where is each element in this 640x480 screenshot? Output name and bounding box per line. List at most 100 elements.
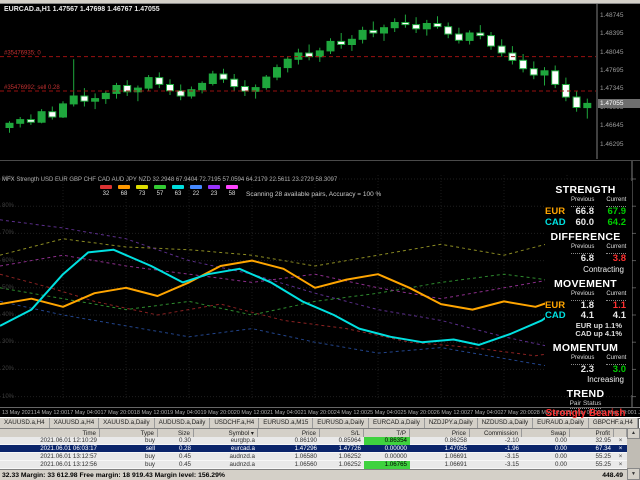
cell-time: 2021.06.01 13:12:57 (40, 453, 97, 460)
current-price-tag: 1.47055 (598, 99, 640, 108)
cell-time: 2021.06.01 06:03:17 (40, 445, 97, 452)
close-order-button[interactable]: × (614, 453, 627, 461)
current-label: Current (606, 354, 627, 365)
table-row[interactable]: 2021.06.01 06:03:17 sell 0.28 eurcad.a 1.472… (0, 445, 627, 453)
momentum-section-title: MOMENTUM (552, 341, 619, 354)
cell-tp: 0.86354 (364, 437, 410, 445)
eur-strength-value: 68 (120, 191, 128, 197)
gbp-strength-value: 73 (138, 191, 146, 197)
time-axis-label: 1 Jun 12:00 (633, 409, 640, 416)
chf-legend-swatch (154, 185, 166, 189)
cad-label: CAD (545, 310, 566, 321)
time-axis-label: 24 May 12:00 (333, 409, 368, 416)
aud-legend-swatch (190, 185, 202, 189)
percent-tick-label: 80% (2, 203, 15, 209)
cell-profit: 55.25 (595, 461, 611, 468)
eur-legend-swatch (118, 185, 130, 189)
cell-swap: 0.00 (554, 445, 567, 452)
scroll-up-button[interactable]: ▲ (627, 428, 640, 439)
cell-commission: -1.96 (504, 445, 519, 452)
time-axis-label: 14 May 12:00 (33, 409, 68, 416)
cell-symbol: audnzd.a (229, 461, 255, 468)
close-order-button[interactable]: × (614, 445, 627, 453)
cell-tp: 0.00000 (384, 445, 407, 452)
cell-sl: 1.06252 (338, 461, 361, 468)
close-order-button[interactable]: × (614, 461, 627, 469)
cad-strength-value: 63 (174, 191, 182, 197)
time-axis-label: 25 May 04:00 (367, 409, 401, 416)
table-row[interactable]: 2021.06.01 13:12:57 buy 0.45 audnzd.a 1.0658… (0, 453, 627, 461)
price-tick-label: 1.48045 (600, 49, 624, 56)
cad-movement-prev: 4.1 (580, 310, 594, 321)
cell-price: 1.47296 (294, 445, 317, 452)
strength-lines-chart (0, 161, 636, 408)
candlestick-chart: #35476935; 0 #35476992; sell 0.28 (0, 4, 598, 159)
cad-label: CAD (545, 216, 566, 228)
nzd-strength-value: 58 (228, 191, 236, 197)
cell-tp: 0.00000 (384, 453, 407, 460)
cell-price: 1.47055 (444, 445, 467, 452)
table-row[interactable]: 2021.06.01 12:10:29 buy 0.30 eurgbp.a 0.8619… (0, 437, 627, 445)
price-chart-pane[interactable]: EURCAD.a,H1 1.47567 1.47698 1.46767 1.47… (0, 4, 640, 159)
cell-swap: 0.00 (554, 437, 567, 444)
momentum-values: 2.3 3.0 (545, 363, 626, 376)
strength-indicator-pane[interactable]: MFX Strength USD EUR GBP CHF CAD AUD JPY… (0, 160, 640, 419)
percent-tick-label: 30% (2, 339, 15, 345)
cell-size: 0.30 (178, 437, 191, 444)
strength-section-title: STRENGTH (555, 184, 616, 196)
strength-row-eur: EUR 66.8 67.9 (545, 206, 626, 218)
time-axis-label: 21 May 04:00 (267, 409, 301, 416)
usd-legend-swatch (100, 185, 112, 189)
close-order-button[interactable]: × (614, 437, 627, 445)
percent-tick-label: 20% (2, 366, 15, 372)
price-tick-label: 1.48395 (600, 30, 624, 37)
aud-strength-value: 22 (192, 191, 200, 197)
cad-prev-value: 60.0 (575, 216, 595, 228)
difference-current: 3.8 (612, 253, 626, 264)
time-axis-label: 27 May 20:00 (500, 409, 534, 416)
cell-size: 0.45 (178, 461, 191, 468)
eur-label: EUR (545, 206, 566, 217)
movement-subheader: Previous Current (545, 290, 627, 301)
cell-price: 1.06560 (294, 461, 317, 468)
time-axis-label: 25 May 20:00 (400, 409, 434, 416)
time-axis-label: 19 May 20:00 (200, 409, 234, 416)
strength-line-chf (0, 268, 631, 316)
scroll-down-button[interactable]: ▼ (627, 468, 640, 480)
currency-legend (100, 185, 238, 189)
jpy-strength-value: 23 (210, 191, 218, 197)
table-scrollbar[interactable]: ▲ ▼ (627, 428, 640, 480)
momentum-current: 3.0 (612, 363, 626, 375)
nzd-legend-swatch (226, 185, 238, 189)
cell-sl: 1.47726 (338, 445, 361, 452)
cell-price: 0.86190 (294, 437, 317, 444)
cell-symbol: eurgbp.a (230, 437, 255, 444)
cell-type: buy (145, 461, 155, 468)
cell-price: 0.86258 (444, 437, 467, 444)
candles (5, 14, 592, 133)
cell-symbol: audnzd.a (229, 453, 255, 460)
price-tick-label: 1.46645 (600, 122, 624, 129)
trend-status: Strongly Bearish (545, 408, 626, 419)
time-axis-label: 17 May 04:00 (67, 409, 101, 416)
time-axis-label: 18 May 12:00 (133, 409, 168, 416)
previous-label: Previous (571, 354, 595, 365)
percent-tick-label: 10% (2, 394, 15, 400)
cell-type: buy (145, 437, 155, 444)
indicator-header: MFX Strength USD EUR GBP CHF CAD AUD JPY… (2, 177, 338, 183)
momentum-note: Increasing (587, 375, 624, 384)
time-axis-label: 27 May 04:00 (467, 409, 501, 416)
time-axis-label: 17 May 20:00 (100, 409, 134, 416)
cell-type: sell (145, 445, 155, 452)
pair-status-label: Pair Status (569, 400, 602, 409)
momentum-prev: 2.3 (580, 363, 594, 375)
percent-tick-label: 50% (2, 285, 15, 291)
strength-line-aud (0, 300, 631, 370)
cell-profit: 55.25 (595, 453, 611, 460)
cell-type: buy (145, 453, 155, 460)
current-label: Current (606, 290, 627, 301)
scan-note: Scanning 28 available pairs, Accuracy = … (246, 191, 382, 198)
analysis-panel: STRENGTH Previous Current EUR 66.8 67.9 … (545, 181, 632, 419)
cell-symbol: eurcad.a (230, 445, 255, 452)
table-row[interactable]: 2021.06.01 13:12:56 buy 0.45 audnzd.a 1.0656… (0, 461, 627, 469)
